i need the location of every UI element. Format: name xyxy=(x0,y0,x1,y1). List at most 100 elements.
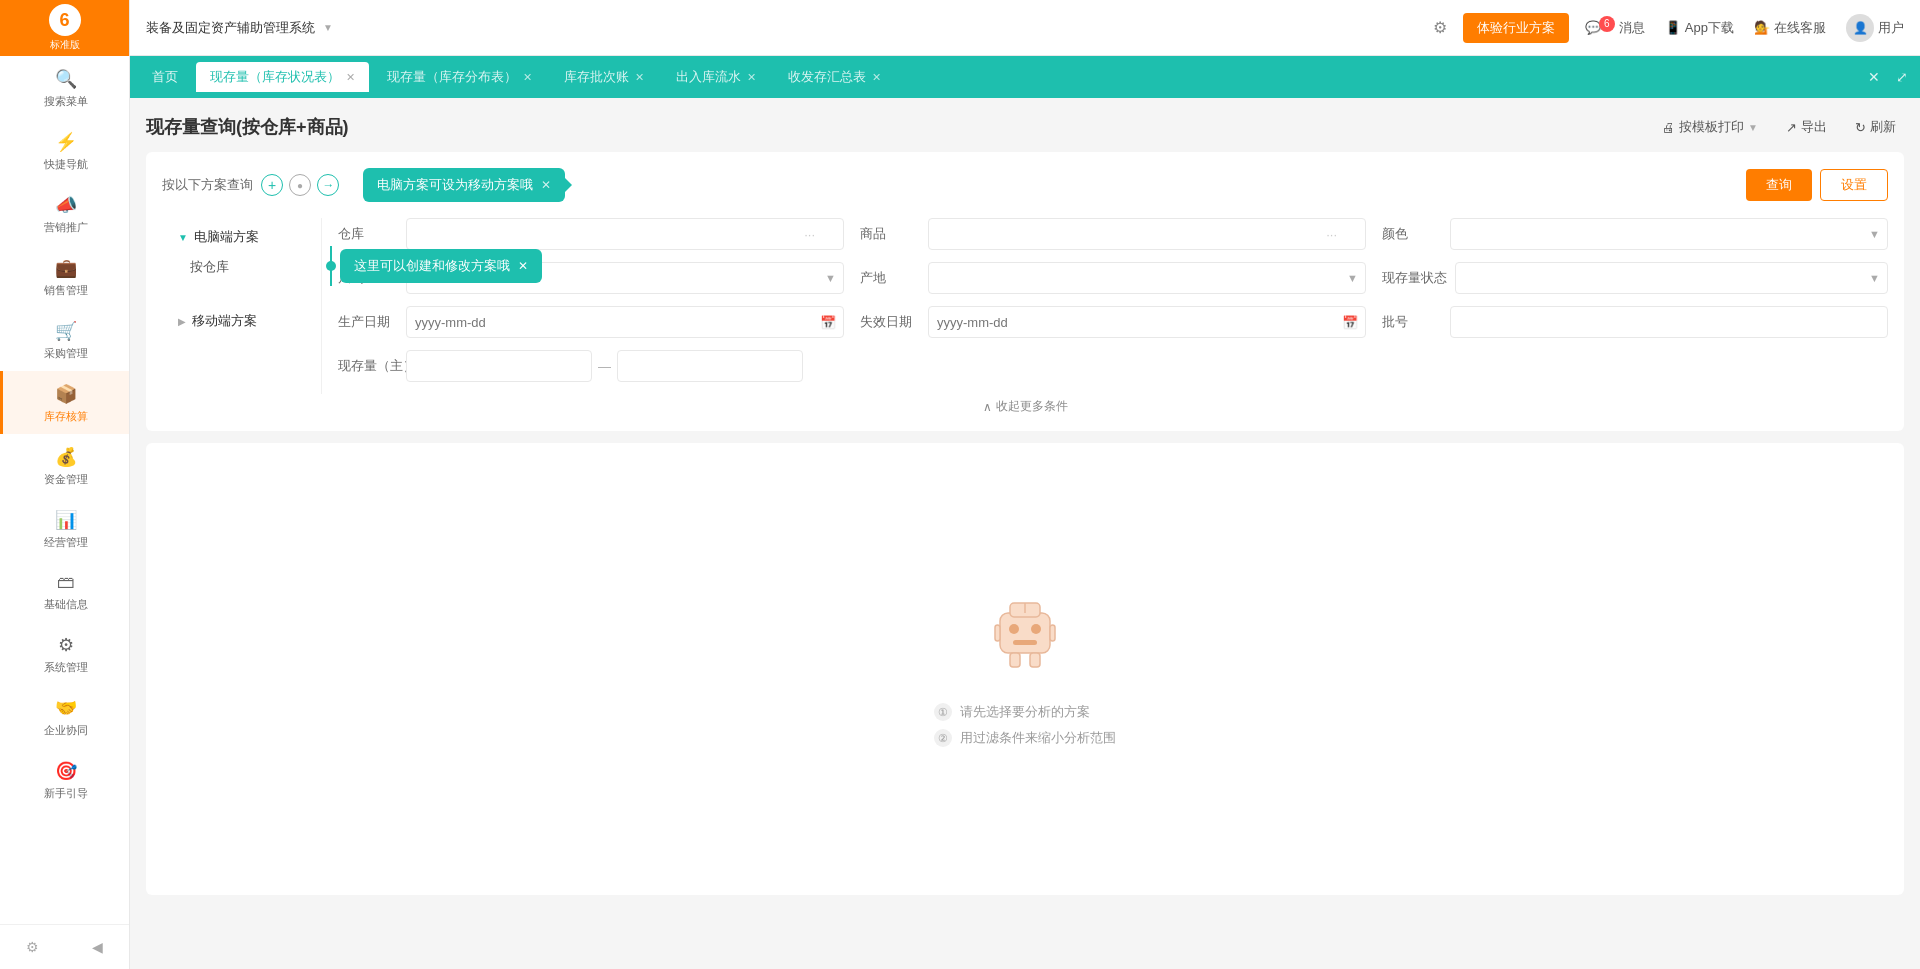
range-separator: — xyxy=(598,359,611,374)
export-btn[interactable]: ↗ 导出 xyxy=(1778,114,1835,140)
search-btn[interactable]: 查询 xyxy=(1746,169,1812,201)
filter-field-batch: 批号 xyxy=(1382,306,1888,338)
sidebar-item-finance[interactable]: 💰 资金管理 xyxy=(0,434,129,497)
sidebar-item-basic[interactable]: 🗃 基础信息 xyxy=(0,560,129,622)
inventory-icon: 📦 xyxy=(55,383,77,405)
filter-row-1: 仓库 ··· 商品 ··· 颜色 xyxy=(338,218,1888,250)
tab-batch-ledger-close[interactable]: ✕ xyxy=(635,72,644,83)
qty-max-input[interactable] xyxy=(617,350,803,382)
scheme-tree-mobile[interactable]: ▶ 移动端方案 xyxy=(162,306,313,336)
prod-date-start-input[interactable] xyxy=(406,306,844,338)
sidebar-item-system[interactable]: ⚙ 系统管理 xyxy=(0,622,129,685)
page-actions: 🖨 按模板打印 ▼ ↗ 导出 ↻ 刷新 xyxy=(1654,114,1904,140)
online-service-btn[interactable]: 💁 在线客服 xyxy=(1754,19,1826,37)
svg-rect-9 xyxy=(1030,653,1040,667)
message-btn[interactable]: 💬 6 消息 xyxy=(1585,19,1645,37)
svg-rect-6 xyxy=(995,625,1000,641)
quick-nav-icon: ⚡ xyxy=(55,131,77,153)
topbar: 装备及固定资产辅助管理系统 ▼ ⚙ 体验行业方案 💬 6 消息 📱 App下载 … xyxy=(130,0,1920,56)
hint-num-1: ① xyxy=(934,703,952,721)
scheme-tree-warehouse[interactable]: 按仓库 xyxy=(162,252,313,282)
exp-date-start-input[interactable] xyxy=(928,306,1366,338)
scheme-panel: ▼ 电脑端方案 按仓库 这里可以创建和修改方案哦 ✕ xyxy=(162,218,322,394)
tab-inventory-dist[interactable]: 现存量（库存分布表） ✕ xyxy=(373,62,546,92)
refresh-btn[interactable]: ↻ 刷新 xyxy=(1847,114,1904,140)
print-template-btn[interactable]: 🖨 按模板打印 ▼ xyxy=(1654,114,1766,140)
tabs-bar: 首页 现存量（库存状况表） ✕ 现存量（库存分布表） ✕ 库存批次账 ✕ 出入库… xyxy=(130,56,1920,98)
sales-icon: 💼 xyxy=(55,257,77,279)
sidebar-item-guide[interactable]: 🎯 新手引导 xyxy=(0,748,129,811)
settings-gear-icon[interactable]: ⚙ xyxy=(1433,18,1447,37)
exp-date-label: 失效日期 xyxy=(860,313,920,331)
tab-recv-summary-close[interactable]: ✕ xyxy=(872,72,881,83)
tab-inventory-status-label: 现存量（库存状况表） xyxy=(210,68,340,86)
user-avatar-btn[interactable]: 👤 用户 xyxy=(1846,14,1904,42)
filter-field-color: 颜色 ▼ xyxy=(1382,218,1888,250)
product-select[interactable]: ··· xyxy=(928,218,1366,250)
industry-solution-btn[interactable]: 体验行业方案 xyxy=(1463,13,1569,43)
inv-status-select[interactable] xyxy=(1455,262,1888,294)
sidebar-item-purchase[interactable]: 🛒 采购管理 xyxy=(0,308,129,371)
svg-point-3 xyxy=(1009,624,1019,634)
edit-scheme-btn[interactable]: ● xyxy=(289,174,311,196)
sidebar-item-operations[interactable]: 📊 经营管理 xyxy=(0,497,129,560)
empty-hints-list: ① 请先选择要分析的方案 ② 用过滤条件来缩小分析范围 xyxy=(934,703,1116,755)
tab-home[interactable]: 首页 xyxy=(138,62,192,92)
logo-subtext: 标准版 xyxy=(50,38,80,52)
content-area: 现存量查询(按仓库+商品) 🖨 按模板打印 ▼ ↗ 导出 ↻ 刷新 xyxy=(130,98,1920,969)
tab-recv-summary-label: 收发存汇总表 xyxy=(788,68,866,86)
scheme-tree-desktop[interactable]: ▼ 电脑端方案 xyxy=(162,222,313,252)
color-select[interactable] xyxy=(1450,218,1888,250)
qty-label: 现存量（主） xyxy=(338,357,398,375)
tab-home-label: 首页 xyxy=(152,68,178,86)
tab-in-out-flow[interactable]: 出入库流水 ✕ xyxy=(662,62,770,92)
filter-collapse: ∧ 收起更多条件 xyxy=(162,398,1888,415)
tabs-maximize-btn[interactable]: ⤢ xyxy=(1892,67,1912,87)
collapse-btn[interactable]: ∧ 收起更多条件 xyxy=(983,398,1068,415)
svg-rect-0 xyxy=(1000,613,1050,653)
sidebar-item-sales[interactable]: 💼 销售管理 xyxy=(0,245,129,308)
scheme-tooltip2-close[interactable]: ✕ xyxy=(518,259,528,273)
prod-date-label: 生产日期 xyxy=(338,313,398,331)
service-icon: 💁 xyxy=(1754,20,1770,35)
guide-icon: 🎯 xyxy=(55,760,77,782)
scheme-tooltip-wrapper: 电脑方案可设为移动方案哦 ✕ xyxy=(363,168,565,202)
inv-status-label: 现存量状态 xyxy=(1382,269,1447,287)
collapse-sidebar-btn[interactable]: ◀ xyxy=(88,935,107,959)
scheme-tooltip-close[interactable]: ✕ xyxy=(541,178,551,192)
avatar: 👤 xyxy=(1846,14,1874,42)
tab-batch-ledger[interactable]: 库存批次账 ✕ xyxy=(550,62,658,92)
tab-recv-summary[interactable]: 收发存汇总表 ✕ xyxy=(774,62,895,92)
tab-inventory-dist-close[interactable]: ✕ xyxy=(523,72,532,83)
tree-arrow-mobile: ▶ xyxy=(178,316,186,327)
warehouse-label: 仓库 xyxy=(338,225,398,243)
sidebar-item-search[interactable]: 🔍 搜索菜单 xyxy=(0,56,129,119)
sidebar-bottom: ⚙ ◀ xyxy=(0,924,129,969)
sidebar-nav: 🔍 搜索菜单 ⚡ 快捷导航 📣 营销推广 💼 销售管理 🛒 采购管理 📦 库存核… xyxy=(0,56,129,924)
batch-input[interactable] xyxy=(1450,306,1888,338)
color-label: 颜色 xyxy=(1382,225,1442,243)
filter-row-4: 现存量（主） — xyxy=(338,350,1888,382)
settings-bottom-btn[interactable]: ⚙ xyxy=(22,935,43,959)
reset-btn[interactable]: 设置 xyxy=(1820,169,1888,201)
tab-inventory-status[interactable]: 现存量（库存状况表） ✕ xyxy=(196,62,369,92)
qty-min-input[interactable] xyxy=(406,350,592,382)
origin-select[interactable] xyxy=(928,262,1366,294)
tabs-right-btns: ✕ ⤢ xyxy=(1864,67,1912,87)
system-dropdown-arrow[interactable]: ▼ xyxy=(323,22,333,33)
user-label: 用户 xyxy=(1878,19,1904,37)
add-scheme-btn[interactable]: + xyxy=(261,174,283,196)
sidebar-item-marketing[interactable]: 📣 营销推广 xyxy=(0,182,129,245)
app-download-btn[interactable]: 📱 App下载 xyxy=(1665,19,1734,37)
sidebar-item-quick-nav[interactable]: ⚡ 快捷导航 xyxy=(0,119,129,182)
tab-inventory-status-close[interactable]: ✕ xyxy=(346,72,355,83)
hint-num-2: ② xyxy=(934,729,952,747)
sidebar-item-enterprise[interactable]: 🤝 企业协同 xyxy=(0,685,129,748)
import-scheme-btn[interactable]: ← xyxy=(317,174,339,196)
tabs-close-all-btn[interactable]: ✕ xyxy=(1864,67,1884,87)
tab-batch-ledger-label: 库存批次账 xyxy=(564,68,629,86)
finance-icon: 💰 xyxy=(55,446,77,468)
tab-in-out-flow-close[interactable]: ✕ xyxy=(747,72,756,83)
sidebar-item-inventory[interactable]: 📦 库存核算 xyxy=(0,371,129,434)
message-label: 消息 xyxy=(1619,19,1645,37)
